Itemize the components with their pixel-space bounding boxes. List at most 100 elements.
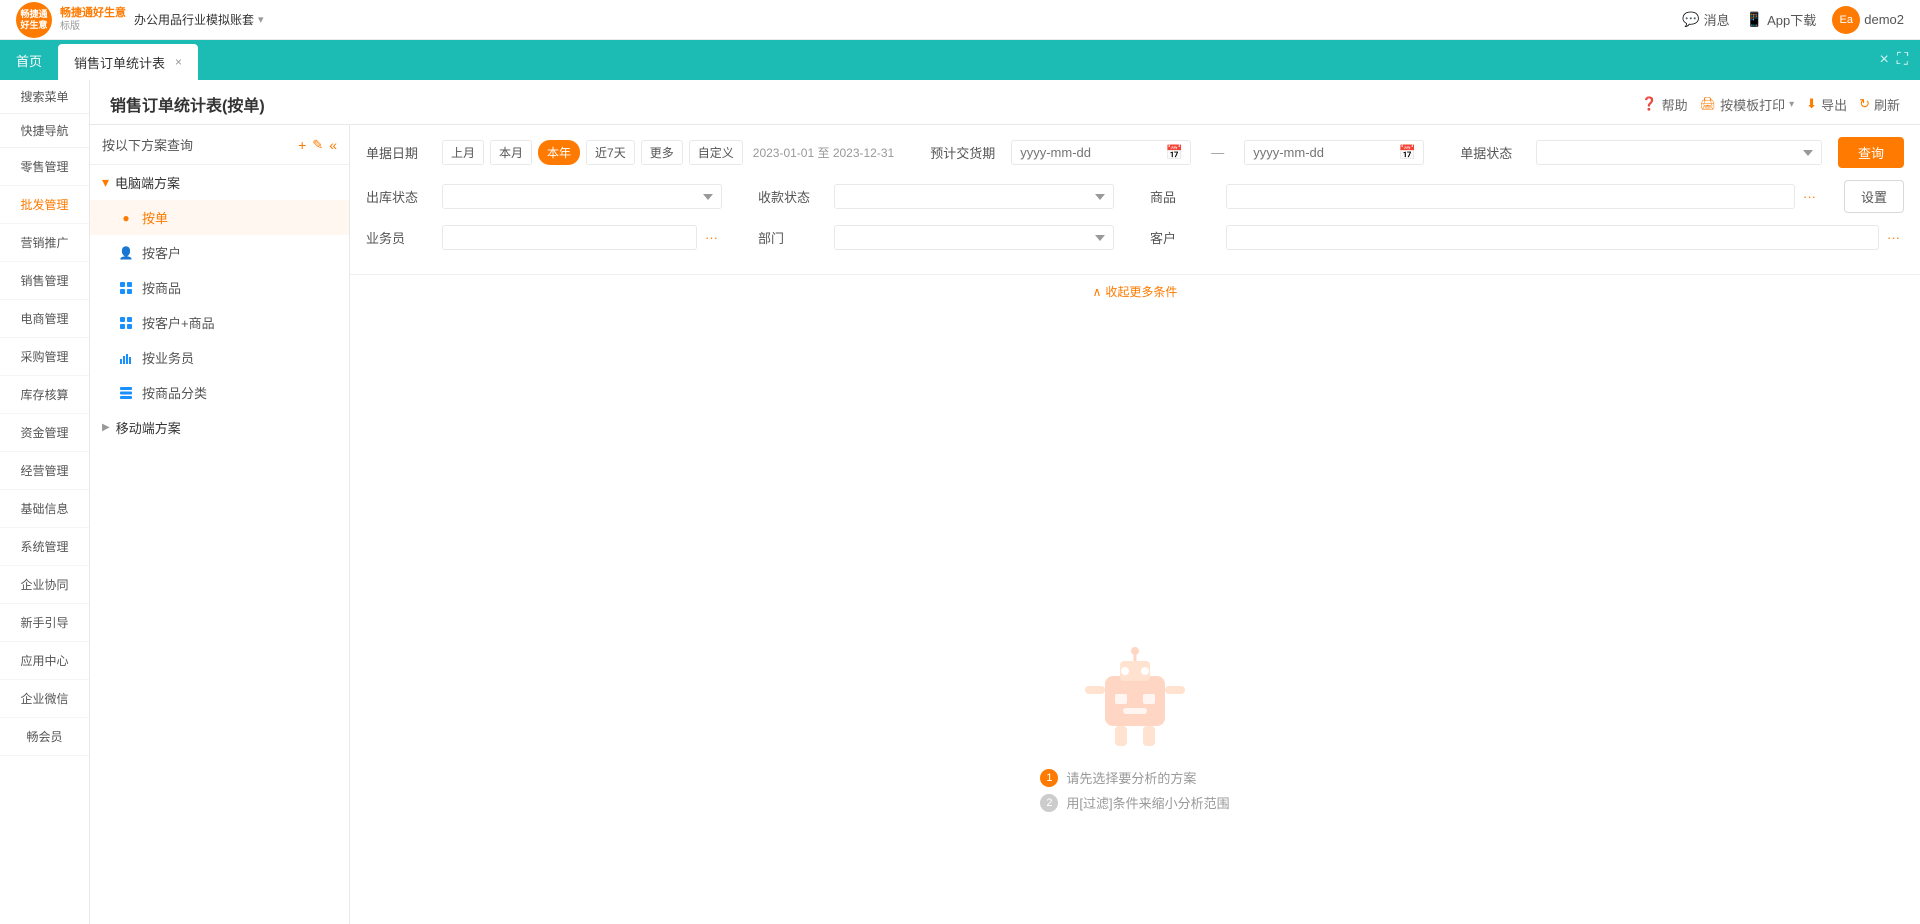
window-close-btn[interactable]: × bbox=[1879, 51, 1888, 69]
filter-date-group: 上月 本月 本年 近7天 更多 自定义 2023-01-01 至 2023-12… bbox=[442, 140, 894, 165]
sidebar-item-finance[interactable]: 资金管理 bbox=[0, 414, 89, 452]
scheme-desktop-group-label: 电脑端方案 bbox=[115, 173, 180, 192]
filter-payment-select[interactable] bbox=[834, 184, 1114, 209]
industry-selector[interactable]: 办公用品行业模拟账套 ▾ bbox=[134, 11, 264, 28]
filter-expected-date-start-wrapper: 📅 bbox=[1011, 140, 1191, 165]
scheme-item-by-category[interactable]: 按商品分类 bbox=[90, 375, 349, 410]
brand-subtitle: 标版 bbox=[60, 20, 126, 33]
scheme-item-by-salesperson[interactable]: 按业务员 bbox=[90, 340, 349, 375]
filter-payment-wrapper bbox=[834, 184, 1114, 209]
filter-date-this-month[interactable]: 本月 bbox=[490, 140, 532, 165]
app-download-action[interactable]: 📱 App下载 bbox=[1746, 10, 1817, 29]
page-header: 销售订单统计表(按单) ❓ 帮助 🖨 按模板打印 ▾ ⬇ 导出 ↻ 刷新 bbox=[90, 80, 1920, 125]
scheme-collapse-btn[interactable]: « bbox=[329, 137, 337, 153]
scheme-by-order-icon: ● bbox=[118, 210, 134, 226]
sidebar-item-inventory[interactable]: 库存核算 bbox=[0, 376, 89, 414]
scheme-item-by-product[interactable]: 按商品 bbox=[90, 270, 349, 305]
empty-tip-1: 1 请先选择要分析的方案 bbox=[1040, 768, 1229, 787]
sidebar-item-basic[interactable]: 基础信息 bbox=[0, 490, 89, 528]
avatar: Ea bbox=[1832, 6, 1860, 34]
filter-content: 单据日期 上月 本月 本年 近7天 更多 自定义 2023-01-01 至 20… bbox=[350, 125, 1920, 274]
calendar-start-icon: 📅 bbox=[1166, 144, 1183, 161]
scheme-item-by-order[interactable]: ● 按单 bbox=[90, 200, 349, 235]
industry-arrow-icon: ▾ bbox=[258, 13, 264, 26]
filter-customer-wrapper: ··· bbox=[1226, 225, 1904, 250]
filter-date-custom[interactable]: 自定义 bbox=[689, 140, 743, 165]
filter-date-dash: — bbox=[1207, 145, 1228, 160]
sidebar-item-member[interactable]: 畅会员 bbox=[0, 718, 89, 756]
refresh-action[interactable]: ↻ 刷新 bbox=[1859, 95, 1900, 114]
filter-salesperson-input[interactable] bbox=[442, 225, 697, 250]
filter-product-more-btn[interactable]: ··· bbox=[1799, 185, 1820, 208]
filter-expected-date-end[interactable] bbox=[1244, 140, 1424, 165]
filter-date-last-7days[interactable]: 近7天 bbox=[586, 140, 635, 165]
filter-customer-more-btn[interactable]: ··· bbox=[1883, 226, 1904, 249]
sidebar-item-appcenter[interactable]: 应用中心 bbox=[0, 642, 89, 680]
filter-date-more[interactable]: 更多 bbox=[641, 140, 683, 165]
export-action[interactable]: ⬇ 导出 bbox=[1806, 95, 1847, 114]
brand-title: 畅捷通好生意 bbox=[60, 6, 126, 20]
filter-outbound-select[interactable] bbox=[442, 184, 722, 209]
sidebar-search[interactable]: 搜索菜单 bbox=[0, 80, 89, 114]
tabbar: 首页 销售订单统计表 × × ⛶ bbox=[0, 40, 1920, 80]
sidebar-finance-label: 资金管理 bbox=[20, 424, 68, 441]
app-download-label: App下载 bbox=[1767, 10, 1816, 29]
tab-sales-order[interactable]: 销售订单统计表 × bbox=[58, 44, 198, 80]
message-label: 消息 bbox=[1704, 10, 1730, 29]
sidebar-item-sales[interactable]: 销售管理 bbox=[0, 262, 89, 300]
sidebar-item-operation[interactable]: 经营管理 bbox=[0, 452, 89, 490]
scheme-mobile-group-label: 移动端方案 bbox=[116, 418, 181, 437]
scheme-header-title: 按以下方案查询 bbox=[102, 135, 193, 154]
page-title: 销售订单统计表(按单) bbox=[110, 92, 265, 116]
help-icon: ❓ bbox=[1641, 96, 1657, 112]
filter-date-range-display: 2023-01-01 至 2023-12-31 bbox=[753, 144, 894, 161]
sidebar-item-newguide[interactable]: 新手引导 bbox=[0, 604, 89, 642]
filter-date-last-month[interactable]: 上月 bbox=[442, 140, 484, 165]
user-action[interactable]: Ea demo2 bbox=[1832, 6, 1904, 34]
help-action[interactable]: ❓ 帮助 bbox=[1641, 95, 1687, 114]
message-action[interactable]: 💬 消息 bbox=[1682, 10, 1729, 29]
sidebar-item-wholesale[interactable]: 批发管理 bbox=[0, 186, 89, 224]
print-action[interactable]: 🖨 按模板打印 ▾ bbox=[1700, 95, 1795, 114]
scheme-by-product-icon bbox=[118, 280, 134, 296]
sidebar-item-purchase[interactable]: 采购管理 bbox=[0, 338, 89, 376]
print-arrow-icon: ▾ bbox=[1789, 99, 1794, 110]
print-label: 按模板打印 bbox=[1720, 95, 1785, 114]
sidebar-item-marketing[interactable]: 营销推广 bbox=[0, 224, 89, 262]
filter-department-select[interactable] bbox=[834, 225, 1114, 250]
sidebar-item-retail[interactable]: 零售管理 bbox=[0, 148, 89, 186]
content: 销售订单统计表(按单) ❓ 帮助 🖨 按模板打印 ▾ ⬇ 导出 ↻ 刷新 bbox=[90, 80, 1920, 924]
collapse-bar[interactable]: ∧ 收起更多条件 bbox=[350, 274, 1920, 308]
tab-home-label: 首页 bbox=[16, 51, 42, 70]
filter-salesperson-label: 业务员 bbox=[366, 228, 426, 247]
filter-expected-date-start[interactable] bbox=[1011, 140, 1191, 165]
sidebar-item-enterprise[interactable]: 企业协同 bbox=[0, 566, 89, 604]
sidebar-ecommerce-label: 电商管理 bbox=[20, 310, 68, 327]
sidebar-item-corpwechat[interactable]: 企业微信 bbox=[0, 680, 89, 718]
scheme-header-actions: + ✎ « bbox=[298, 137, 337, 153]
query-btn[interactable]: 查询 bbox=[1838, 137, 1904, 168]
sidebar-corpwechat-label: 企业微信 bbox=[20, 690, 68, 707]
filter-product-input[interactable] bbox=[1226, 184, 1795, 209]
tab-home[interactable]: 首页 bbox=[0, 40, 58, 80]
sidebar-operation-label: 经营管理 bbox=[20, 462, 68, 479]
scheme-item-by-customer[interactable]: 👤 按客户 bbox=[90, 235, 349, 270]
calendar-end-icon: 📅 bbox=[1399, 144, 1416, 161]
settings-btn[interactable]: 设置 bbox=[1844, 180, 1904, 213]
filter-salesperson-more-btn[interactable]: ··· bbox=[701, 226, 722, 249]
scheme-edit-btn[interactable]: ✎ bbox=[312, 137, 323, 153]
sidebar-quicknav[interactable]: 快捷导航 bbox=[0, 114, 89, 148]
filter-status-select[interactable] bbox=[1536, 140, 1822, 165]
tab-close-icon[interactable]: × bbox=[175, 55, 182, 69]
scheme-desktop-group-header[interactable]: ▾ 电脑端方案 bbox=[90, 165, 349, 200]
scheme-item-by-customer-product[interactable]: 按客户+商品 bbox=[90, 305, 349, 340]
sidebar-item-system[interactable]: 系统管理 bbox=[0, 528, 89, 566]
filter-customer-input[interactable] bbox=[1226, 225, 1879, 250]
filter-row-2: 出库状态 收款状态 bbox=[366, 180, 1904, 213]
window-maximize-btn[interactable]: ⛶ bbox=[1897, 51, 1908, 69]
scheme-mobile-group-header[interactable]: ▶ 移动端方案 bbox=[90, 410, 349, 445]
filter-date-this-year[interactable]: 本年 bbox=[538, 140, 580, 165]
tip-num-2: 2 bbox=[1040, 794, 1058, 812]
scheme-add-btn[interactable]: + bbox=[298, 137, 306, 153]
sidebar-item-ecommerce[interactable]: 电商管理 bbox=[0, 300, 89, 338]
